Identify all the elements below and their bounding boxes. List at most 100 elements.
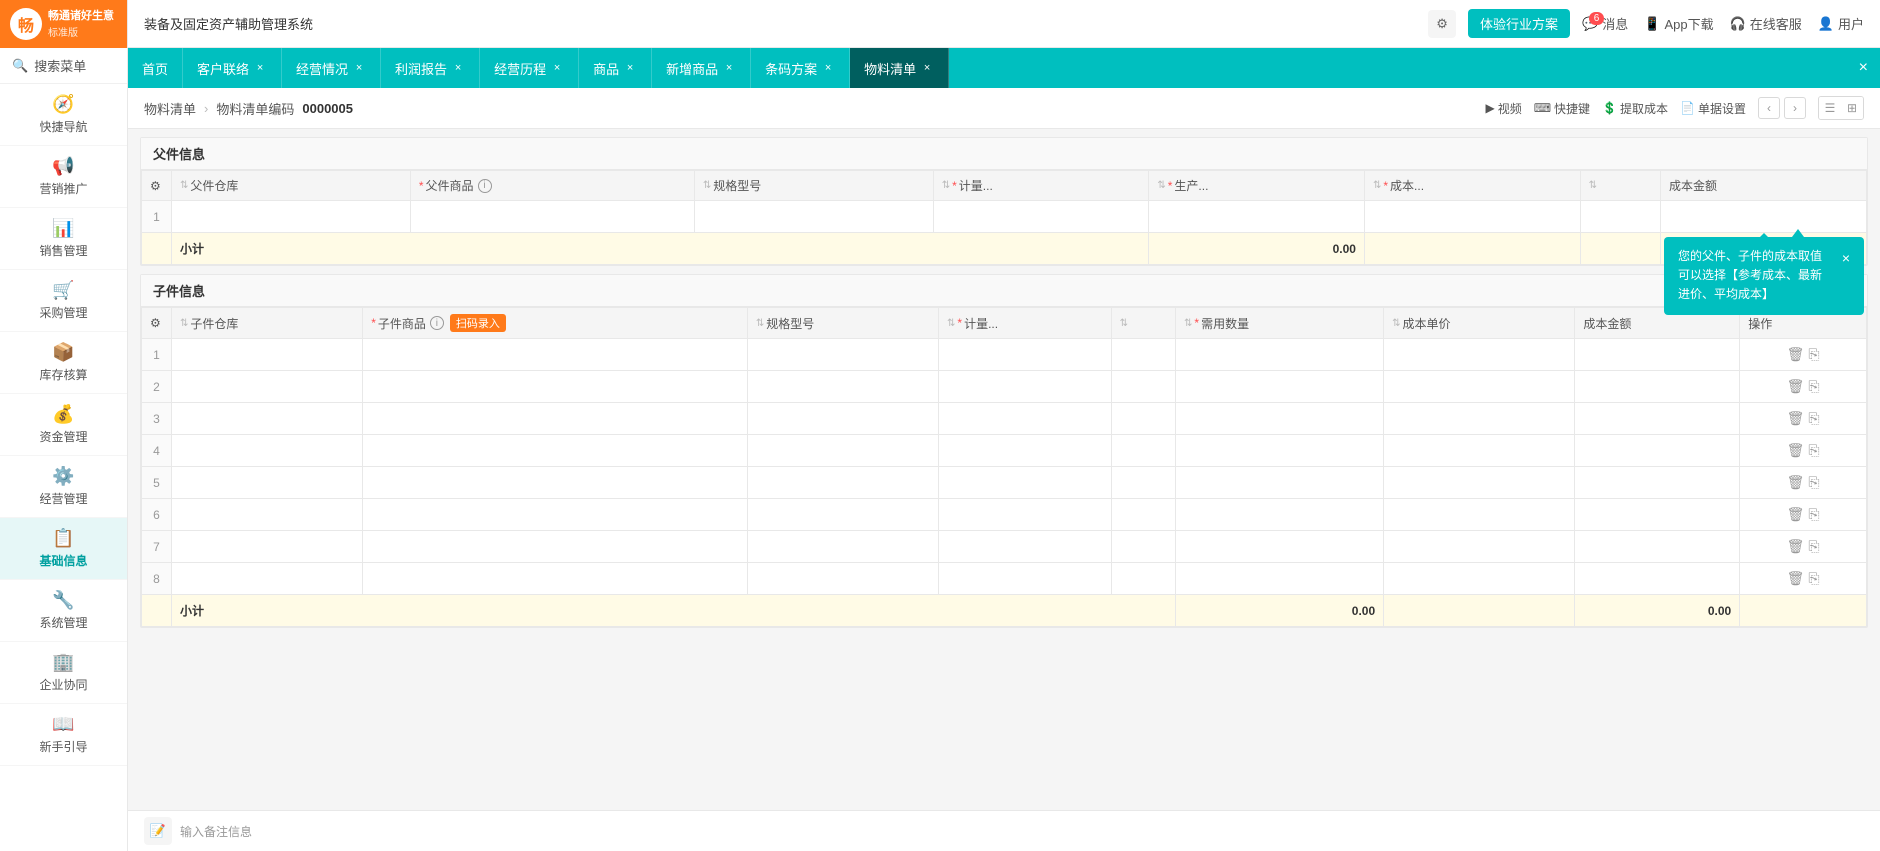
next-arrow[interactable]: ›: [1784, 97, 1806, 119]
sidebar-item-inventory[interactable]: 📦 库存核算: [0, 332, 127, 394]
tab-operations[interactable]: 经营情况 ×: [282, 48, 381, 88]
child-row-1-extra[interactable]: [1111, 339, 1175, 371]
tab-history[interactable]: 经营历程 ×: [480, 48, 579, 88]
tab-home[interactable]: 首页: [128, 48, 183, 88]
sidebar-item-system[interactable]: 🔧 系统管理: [0, 580, 127, 642]
sidebar-item-guide[interactable]: 📖 新手引导: [0, 704, 127, 766]
child-row-6-warehouse[interactable]: [172, 499, 363, 531]
sidebar-item-sales[interactable]: 📊 销售管理: [0, 208, 127, 270]
parent-row-1-spec[interactable]: [694, 201, 933, 233]
child-row-3-quantity[interactable]: [1176, 403, 1384, 435]
sidebar-item-quick-nav[interactable]: 🧭 快捷导航: [0, 84, 127, 146]
child-row-2-spec[interactable]: [747, 371, 938, 403]
delete-icon-8[interactable]: 🗑: [1787, 570, 1805, 587]
child-row-7-product[interactable]: [363, 531, 748, 563]
child-row-8-product[interactable]: [363, 563, 748, 595]
sort-icon-unitcost-child[interactable]: ⇅: [1392, 318, 1400, 329]
sort-icon-cost-parent[interactable]: ⇅: [1373, 180, 1381, 191]
child-row-6-unit[interactable]: [939, 499, 1112, 531]
sidebar-item-finance[interactable]: 💰 资金管理: [0, 394, 127, 456]
close-all-tabs[interactable]: ×: [1847, 59, 1880, 77]
child-row-6-product[interactable]: [363, 499, 748, 531]
delete-icon-4[interactable]: 🗑: [1787, 442, 1805, 459]
sidebar-item-basic-info[interactable]: 📋 基础信息: [0, 518, 127, 580]
copy-icon-8[interactable]: ⎘: [1808, 570, 1819, 587]
shortcut-action[interactable]: ⌨ 快捷键: [1534, 100, 1590, 117]
sidebar-item-operations[interactable]: ⚙️ 经营管理: [0, 456, 127, 518]
child-row-6-unit-cost[interactable]: [1384, 499, 1575, 531]
tab-barcode-close[interactable]: ×: [821, 61, 835, 75]
sidebar-item-purchase[interactable]: 🛒 采购管理: [0, 270, 127, 332]
child-row-5-quantity[interactable]: [1176, 467, 1384, 499]
tab-products-close[interactable]: ×: [623, 61, 637, 75]
sort-icon-extra-parent[interactable]: ⇅: [1589, 180, 1597, 191]
tab-new-product-close[interactable]: ×: [722, 61, 736, 75]
tab-bom[interactable]: 物料清单 ×: [850, 48, 949, 88]
child-row-1-spec[interactable]: [747, 339, 938, 371]
sort-icon-warehouse-parent[interactable]: ⇅: [180, 180, 188, 191]
settings-action[interactable]: 📄 单据设置: [1680, 100, 1746, 117]
child-row-2-quantity[interactable]: [1176, 371, 1384, 403]
scan-badge[interactable]: 扫码录入: [450, 314, 506, 332]
sidebar-item-enterprise[interactable]: 🏢 企业协同: [0, 642, 127, 704]
child-row-7-unit[interactable]: [939, 531, 1112, 563]
child-row-8-extra[interactable]: [1111, 563, 1175, 595]
sort-icon-produce-parent[interactable]: ⇅: [1157, 180, 1165, 191]
delete-icon-7[interactable]: 🗑: [1787, 538, 1805, 555]
child-product-info-icon[interactable]: i: [430, 316, 444, 330]
tab-customers[interactable]: 客户联络 ×: [183, 48, 282, 88]
child-row-3-unit[interactable]: [939, 403, 1112, 435]
child-row-7-spec[interactable]: [747, 531, 938, 563]
child-row-4-unit-cost[interactable]: [1384, 435, 1575, 467]
child-row-1-product[interactable]: [363, 339, 748, 371]
sort-icon-spec-child[interactable]: ⇅: [756, 318, 764, 329]
copy-icon-1[interactable]: ⎘: [1808, 346, 1819, 363]
tab-profit[interactable]: 利润报告 ×: [381, 48, 480, 88]
child-row-5-warehouse[interactable]: [172, 467, 363, 499]
child-row-8-warehouse[interactable]: [172, 563, 363, 595]
tab-new-product[interactable]: 新增商品 ×: [652, 48, 751, 88]
parent-row-1-product[interactable]: [410, 201, 694, 233]
child-row-3-spec[interactable]: [747, 403, 938, 435]
child-col-settings-icon[interactable]: ⚙: [150, 316, 161, 330]
parent-row-1-cost[interactable]: [1364, 201, 1580, 233]
bottom-bar-icon[interactable]: 📝: [144, 817, 172, 845]
delete-icon-5[interactable]: 🗑: [1787, 474, 1805, 491]
child-row-7-quantity[interactable]: [1176, 531, 1384, 563]
child-row-5-spec[interactable]: [747, 467, 938, 499]
sort-icon-unit-child[interactable]: ⇅: [947, 318, 955, 329]
message-button[interactable]: 💬6 消息: [1582, 14, 1628, 33]
child-row-7-extra[interactable]: [1111, 531, 1175, 563]
child-row-5-product[interactable]: [363, 467, 748, 499]
child-row-8-quantity[interactable]: [1176, 563, 1384, 595]
copy-icon-6[interactable]: ⎘: [1808, 506, 1819, 523]
sort-icon-quantity-child[interactable]: ⇅: [1184, 318, 1192, 329]
delete-icon-6[interactable]: 🗑: [1787, 506, 1805, 523]
copy-icon-5[interactable]: ⎘: [1808, 474, 1819, 491]
parent-row-1-unit[interactable]: [933, 201, 1149, 233]
parent-row-1-produce[interactable]: [1149, 201, 1365, 233]
child-row-5-unit[interactable]: [939, 467, 1112, 499]
child-row-3-unit-cost[interactable]: [1384, 403, 1575, 435]
child-row-1-unit-cost[interactable]: [1384, 339, 1575, 371]
child-row-6-spec[interactable]: [747, 499, 938, 531]
child-row-7-warehouse[interactable]: [172, 531, 363, 563]
child-row-2-unit[interactable]: [939, 371, 1112, 403]
parent-product-info-icon[interactable]: i: [478, 179, 492, 193]
child-row-1-quantity[interactable]: [1176, 339, 1384, 371]
child-row-2-warehouse[interactable]: [172, 371, 363, 403]
tab-operations-close[interactable]: ×: [352, 61, 366, 75]
sidebar-item-marketing[interactable]: 📢 营销推广: [0, 146, 127, 208]
delete-icon-2[interactable]: 🗑: [1787, 378, 1805, 395]
sort-icon-unit-parent[interactable]: ⇅: [942, 180, 950, 191]
sort-icon-spec-parent[interactable]: ⇅: [703, 180, 711, 191]
child-row-2-unit-cost[interactable]: [1384, 371, 1575, 403]
breadcrumb-bom[interactable]: 物料清单: [144, 99, 196, 118]
col-settings-icon[interactable]: ⚙: [150, 179, 161, 193]
tab-customers-close[interactable]: ×: [253, 61, 267, 75]
child-row-4-warehouse[interactable]: [172, 435, 363, 467]
copy-icon-2[interactable]: ⎘: [1808, 378, 1819, 395]
child-row-8-spec[interactable]: [747, 563, 938, 595]
child-row-4-extra[interactable]: [1111, 435, 1175, 467]
parent-row-1-extra[interactable]: [1580, 201, 1660, 233]
